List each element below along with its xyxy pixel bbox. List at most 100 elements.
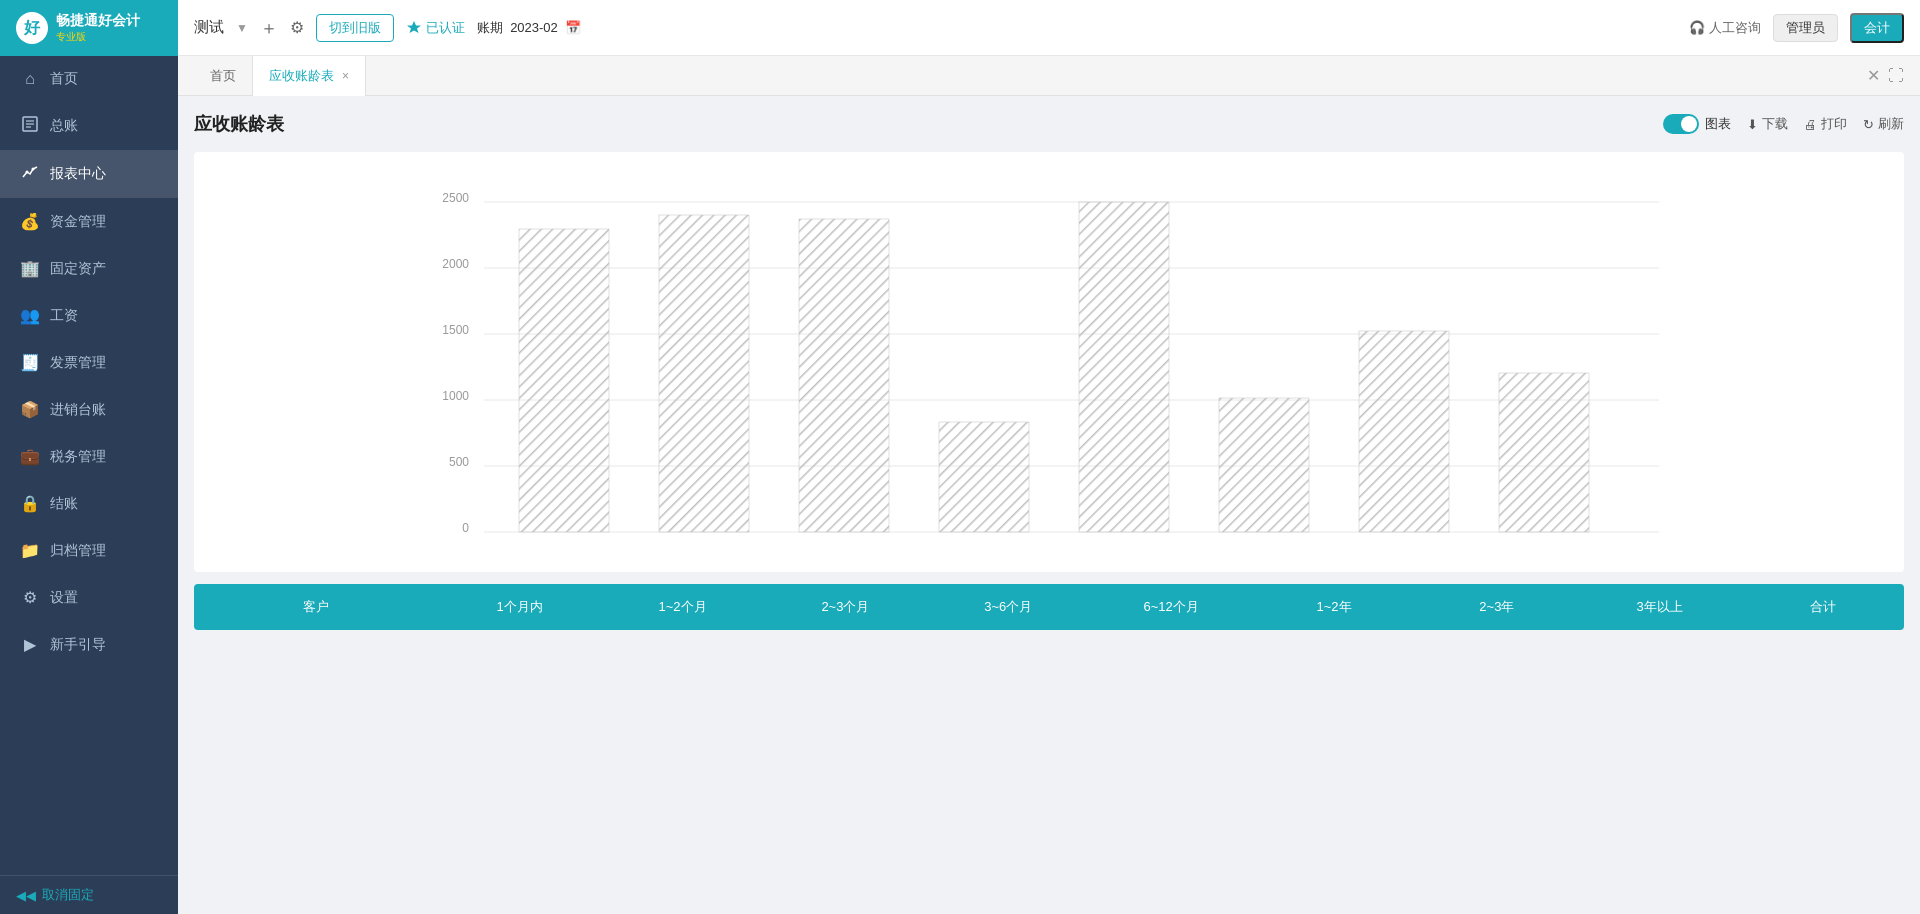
reports-icon xyxy=(20,164,40,184)
main-area: 测试 ▼ ＋ ⚙ 切到旧版 已认证 账期 2023-02 📅 🎧 人工咨询 管理… xyxy=(178,0,1920,914)
tax-icon: 💼 xyxy=(20,447,40,466)
svg-text:2-3年: 2-3年 xyxy=(1389,541,1418,542)
svg-point-4 xyxy=(26,171,29,174)
consult-button[interactable]: 🎧 人工咨询 xyxy=(1689,19,1761,37)
page-content: 应收账龄表 图表 ⬇ 下载 🖨 打印 ↻ 刷新 xyxy=(178,96,1920,914)
bar-2-3year xyxy=(1359,331,1449,532)
svg-text:3年以上: 3年以上 xyxy=(1523,541,1566,542)
svg-text:6-12个月: 6-12个月 xyxy=(1100,541,1148,542)
table-container: 客户 1个月内 1~2个月 2~3个月 3~6个月 6~12个月 1~2年 2~… xyxy=(194,584,1904,630)
sidebar-item-guide[interactable]: ▶ 新手引导 xyxy=(0,621,178,668)
unpin-button[interactable]: ◀◀ 取消固定 xyxy=(0,875,178,914)
print-icon: 🖨 xyxy=(1804,117,1817,132)
sidebar-item-payroll[interactable]: 👥 工资 xyxy=(0,292,178,339)
svg-text:3-6月: 3-6月 xyxy=(969,541,998,542)
download-icon: ⬇ xyxy=(1747,117,1758,132)
logo-text: 畅捷通好会计 专业版 xyxy=(56,12,140,45)
chart-container: 0 500 1000 1500 2000 2500 xyxy=(194,152,1904,572)
project-name: 测试 xyxy=(194,18,224,37)
col-1month: 1个月内 xyxy=(438,584,601,630)
bar-3-6month xyxy=(939,422,1029,532)
sidebar-item-archive[interactable]: 📁 归档管理 xyxy=(0,527,178,574)
unpin-icon: ◀◀ xyxy=(16,888,36,903)
download-button[interactable]: ⬇ 下载 xyxy=(1747,115,1788,133)
sidebar-item-assets[interactable]: 🏢 固定资产 xyxy=(0,245,178,292)
chart-toggle-label: 图表 xyxy=(1705,115,1731,133)
page-title: 应收账龄表 xyxy=(194,112,284,136)
col-1-2year: 1~2年 xyxy=(1253,584,1416,630)
certified-badge: 已认证 xyxy=(406,19,465,37)
window-expand-icon[interactable]: ⛶ xyxy=(1888,67,1904,85)
switch-old-button[interactable]: 切到旧版 xyxy=(316,14,394,42)
print-button[interactable]: 🖨 打印 xyxy=(1804,115,1847,133)
svg-text:1000: 1000 xyxy=(442,389,469,403)
add-button[interactable]: ＋ xyxy=(260,16,278,40)
svg-text:0: 0 xyxy=(462,521,469,535)
sidebar-item-settings[interactable]: ⚙ 设置 xyxy=(0,574,178,621)
sidebar-item-funds[interactable]: 💰 资金管理 xyxy=(0,198,178,245)
svg-text:500: 500 xyxy=(449,455,469,469)
bar-3year-plus xyxy=(1499,373,1589,532)
bar-6-12month xyxy=(1079,202,1169,532)
chart-svg: 0 500 1000 1500 2000 2500 xyxy=(214,182,1884,542)
col-3-6month: 3~6个月 xyxy=(927,584,1090,630)
sidebar-item-reports[interactable]: 报表中心 xyxy=(0,150,178,198)
invoice-icon: 🧾 xyxy=(20,353,40,372)
sidebar-item-sales[interactable]: 📦 进销台账 xyxy=(0,386,178,433)
settings-button[interactable]: ⚙ xyxy=(290,18,304,37)
sidebar: 好 畅捷通好会计 专业版 ⌂ 首页 总账 xyxy=(0,0,178,914)
tabbar: 首页 应收账龄表 × ✕ ⛶ xyxy=(178,56,1920,96)
chart-toggle-wrap: 图表 xyxy=(1663,114,1731,134)
col-3year-plus: 3年以上 xyxy=(1578,584,1741,630)
archive-icon: 📁 xyxy=(20,541,40,560)
tab-close-icon[interactable]: × xyxy=(342,69,349,83)
close-account-icon: 🔒 xyxy=(20,494,40,513)
svg-text:1500: 1500 xyxy=(442,323,469,337)
tab-home[interactable]: 首页 xyxy=(194,56,253,96)
bar-1-2month xyxy=(659,215,749,532)
report-actions: 图表 ⬇ 下载 🖨 打印 ↻ 刷新 xyxy=(1663,114,1904,134)
bar-1-2year xyxy=(1219,398,1309,532)
sidebar-logo: 好 畅捷通好会计 专业版 xyxy=(0,0,178,56)
manager-button[interactable]: 管理员 xyxy=(1773,14,1838,42)
chart-toggle[interactable] xyxy=(1663,114,1699,134)
col-6-12month: 6~12个月 xyxy=(1090,584,1253,630)
settings-icon: ⚙ xyxy=(20,588,40,607)
sidebar-nav: ⌂ 首页 总账 报表中心 xyxy=(0,56,178,875)
svg-text:2000: 2000 xyxy=(442,257,469,271)
home-icon: ⌂ xyxy=(20,70,40,88)
project-dropdown-icon[interactable]: ▼ xyxy=(236,21,248,35)
col-customer: 客户 xyxy=(194,584,438,630)
refresh-button[interactable]: ↻ 刷新 xyxy=(1863,115,1904,133)
topbar: 测试 ▼ ＋ ⚙ 切到旧版 已认证 账期 2023-02 📅 🎧 人工咨询 管理… xyxy=(178,0,1920,56)
certified-icon xyxy=(406,20,422,36)
table-header: 客户 1个月内 1~2个月 2~3个月 3~6个月 6~12个月 1~2年 2~… xyxy=(194,584,1904,630)
sidebar-item-invoice[interactable]: 🧾 发票管理 xyxy=(0,339,178,386)
window-close-icon[interactable]: ✕ xyxy=(1867,66,1880,85)
period-label: 账期 2023-02 📅 xyxy=(477,19,581,37)
guide-icon: ▶ xyxy=(20,635,40,654)
consult-icon: 🎧 xyxy=(1689,20,1705,35)
sidebar-item-tax[interactable]: 💼 税务管理 xyxy=(0,433,178,480)
tab-receivables-aging[interactable]: 应收账龄表 × xyxy=(253,56,366,96)
col-total: 合计 xyxy=(1741,584,1904,630)
svg-text:2500: 2500 xyxy=(442,191,469,205)
refresh-icon: ↻ xyxy=(1863,117,1874,132)
report-header: 应收账龄表 图表 ⬇ 下载 🖨 打印 ↻ 刷新 xyxy=(194,112,1904,136)
sales-icon: 📦 xyxy=(20,400,40,419)
svg-text:1-2年: 1-2年 xyxy=(1249,541,1278,542)
bar-chart: 0 500 1000 1500 2000 2500 xyxy=(214,182,1884,542)
bar-1month xyxy=(519,229,609,532)
svg-text:1-2月: 1-2月 xyxy=(689,541,718,542)
sidebar-item-ledger[interactable]: 总账 xyxy=(0,102,178,150)
sidebar-item-home[interactable]: ⌂ 首页 xyxy=(0,56,178,102)
payroll-icon: 👥 xyxy=(20,306,40,325)
accountant-button[interactable]: 会计 xyxy=(1850,13,1904,43)
col-2-3year: 2~3年 xyxy=(1415,584,1578,630)
ledger-icon xyxy=(20,116,40,136)
sidebar-item-close[interactable]: 🔒 结账 xyxy=(0,480,178,527)
assets-icon: 🏢 xyxy=(20,259,40,278)
funds-icon: 💰 xyxy=(20,212,40,231)
svg-text:1月内: 1月内 xyxy=(549,541,580,542)
col-2-3month: 2~3个月 xyxy=(764,584,927,630)
